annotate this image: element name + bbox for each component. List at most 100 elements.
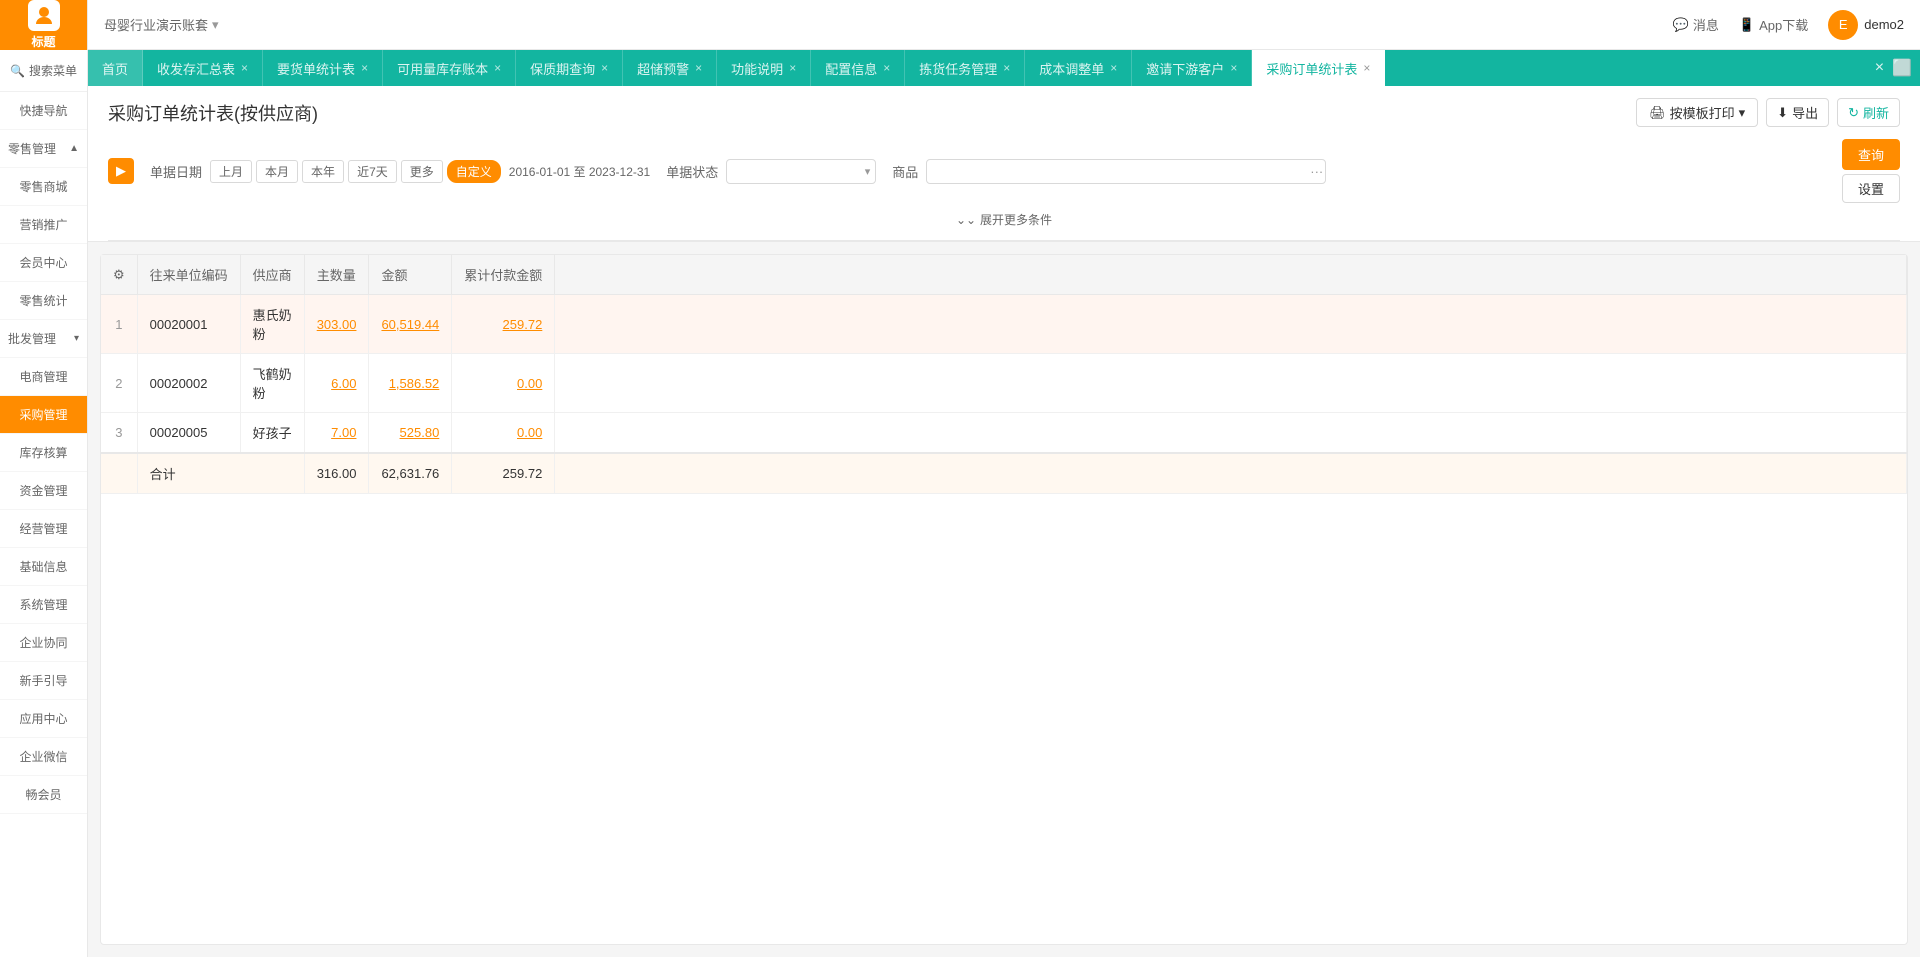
sidebar-item-purchase[interactable]: 采购管理 (0, 396, 87, 434)
amount-link-2[interactable]: 1,586.52 (389, 376, 440, 391)
sidebar-item-inventory[interactable]: 库存核算 (0, 434, 87, 472)
close-icon[interactable]: × (1110, 61, 1117, 75)
sidebar-item-basic-info[interactable]: 基础信息 (0, 548, 87, 586)
tab-overstock[interactable]: 超储预警 × (623, 50, 717, 86)
operations-label: 经营管理 (19, 520, 67, 537)
sidebar-item-vip[interactable]: 畅会员 (0, 776, 87, 814)
close-icon[interactable]: × (361, 61, 368, 75)
footer-empty (101, 453, 137, 494)
row-quantity-3[interactable]: 7.00 (304, 413, 369, 454)
status-select[interactable] (726, 159, 876, 184)
amount-link-1[interactable]: 60,519.44 (381, 317, 439, 332)
sidebar-item-shortcut[interactable]: 快捷导航 (0, 92, 87, 130)
paid-link-2[interactable]: 0.00 (517, 376, 542, 391)
marketing-label: 营销推广 (19, 216, 67, 233)
sidebar-item-retail-mgmt[interactable]: 零售管理 ▲ (0, 130, 87, 168)
sidebar-item-retail-stats[interactable]: 零售统计 (0, 282, 87, 320)
this-year-button[interactable]: 本年 (302, 160, 344, 183)
main-area: 母婴行业演示账套 ▾ 💬 消息 📱 App下载 E demo2 首页 (88, 0, 1920, 957)
tab-cost-adjust[interactable]: 成本调整单 × (1025, 50, 1132, 86)
row-paid-2[interactable]: 0.00 (452, 354, 555, 413)
sidebar-item-wechat[interactable]: 企业微信 (0, 738, 87, 776)
sidebar-item-finance[interactable]: 资金管理 (0, 472, 87, 510)
tab-expiry[interactable]: 保质期查询 × (516, 50, 623, 86)
username-label: demo2 (1864, 17, 1904, 32)
page-title-row: 采购订单统计表(按供应商) 🖨 按模板打印 ▾ ⬇ 导出 ↻ 刷新 (108, 98, 1900, 127)
sidebar-item-wholesale[interactable]: 批发管理 ▾ (0, 320, 87, 358)
close-icon[interactable]: × (883, 61, 890, 75)
more-date-button[interactable]: 更多 (401, 160, 443, 183)
tab-close-all-button[interactable]: × (1875, 59, 1884, 77)
tab-purchase-order-stats[interactable]: 采购订单统计表 × (1252, 50, 1385, 86)
last-month-button[interactable]: 上月 (210, 160, 252, 183)
close-icon[interactable]: × (1230, 61, 1237, 75)
quantity-link-1[interactable]: 303.00 (317, 317, 357, 332)
message-button[interactable]: 💬 消息 (1673, 15, 1719, 34)
quantity-link-2[interactable]: 6.00 (331, 376, 356, 391)
row-amount-3[interactable]: 525.80 (369, 413, 452, 454)
col-settings-header[interactable]: ⚙ (101, 255, 137, 295)
close-icon[interactable]: × (1363, 61, 1370, 75)
row-quantity-1[interactable]: 303.00 (304, 295, 369, 354)
goods-input[interactable] (926, 159, 1326, 184)
close-icon[interactable]: × (789, 61, 796, 75)
close-icon[interactable]: × (695, 61, 702, 75)
app-download-button[interactable]: 📱 App下载 (1739, 15, 1808, 34)
tab-order-stats[interactable]: 要货单统计表 × (263, 50, 383, 86)
vip-label: 畅会员 (25, 786, 61, 803)
sidebar-item-appcenter[interactable]: 应用中心 (0, 700, 87, 738)
sidebar-item-member[interactable]: 会员中心 (0, 244, 87, 282)
amount-link-3[interactable]: 525.80 (400, 425, 440, 440)
close-icon[interactable]: × (1003, 61, 1010, 75)
logo-icon (28, 0, 60, 31)
tab-cost-adjust-label: 成本调整单 (1039, 59, 1104, 78)
tab-pick-task[interactable]: 拣货任务管理 × (905, 50, 1025, 86)
search-menu-button[interactable]: 🔍 搜索菜单 (6, 58, 81, 83)
tab-function-desc[interactable]: 功能说明 × (717, 50, 811, 86)
tab-invite-downstream[interactable]: 邀请下游客户 × (1132, 50, 1252, 86)
quantity-link-3[interactable]: 7.00 (331, 425, 356, 440)
refresh-button[interactable]: ↻ 刷新 (1837, 98, 1900, 127)
close-icon[interactable]: × (241, 61, 248, 75)
paid-link-3[interactable]: 0.00 (517, 425, 542, 440)
sidebar-item-system[interactable]: 系统管理 (0, 586, 87, 624)
filter-toggle-button[interactable]: ▶ (108, 158, 134, 184)
query-button[interactable]: 查询 (1842, 139, 1900, 170)
tab-available-stock[interactable]: 可用量库存账本 × (383, 50, 516, 86)
logo[interactable]: 标题 (0, 0, 87, 50)
last-7-days-button[interactable]: 近7天 (348, 160, 397, 183)
row-paid-3[interactable]: 0.00 (452, 413, 555, 454)
row-amount-2[interactable]: 1,586.52 (369, 354, 452, 413)
expand-more-section: ⌄⌄ 展开更多条件 (108, 211, 1900, 228)
status-filter-item: 单据状态 (666, 159, 876, 184)
paid-link-1[interactable]: 259.72 (503, 317, 543, 332)
user-menu[interactable]: E demo2 (1828, 10, 1904, 40)
close-icon[interactable]: × (601, 61, 608, 75)
close-icon[interactable]: × (494, 61, 501, 75)
row-quantity-2[interactable]: 6.00 (304, 354, 369, 413)
page-actions: 🖨 按模板打印 ▾ ⬇ 导出 ↻ 刷新 (1636, 98, 1900, 127)
goods-input-more-icon[interactable]: ··· (1310, 164, 1323, 179)
sidebar-item-enterprise[interactable]: 企业协同 (0, 624, 87, 662)
custom-date-button[interactable]: 自定义 (447, 160, 501, 183)
row-amount-1[interactable]: 60,519.44 (369, 295, 452, 354)
this-month-button[interactable]: 本月 (256, 160, 298, 183)
footer-paid: 259.72 (452, 453, 555, 494)
tab-config[interactable]: 配置信息 × (811, 50, 905, 86)
sidebar: 标题 🔍 搜索菜单 快捷导航 零售管理 ▲ 零售商城 营销推广 会员中心 零售统… (0, 0, 88, 957)
print-button[interactable]: 🖨 按模板打印 ▾ (1636, 98, 1758, 127)
sidebar-item-newguide[interactable]: 新手引导 (0, 662, 87, 700)
export-button[interactable]: ⬇ 导出 (1766, 98, 1829, 127)
sidebar-item-ecommerce[interactable]: 电商管理 (0, 358, 87, 396)
tab-maximize-button[interactable]: ⬜ (1892, 58, 1912, 78)
tab-receive-summary[interactable]: 收发存汇总表 × (143, 50, 263, 86)
tab-home[interactable]: 首页 (88, 50, 143, 86)
sidebar-item-marketing[interactable]: 营销推广 (0, 206, 87, 244)
row-paid-1[interactable]: 259.72 (452, 295, 555, 354)
settings-button[interactable]: 设置 (1842, 174, 1900, 203)
sidebar-item-retail-mall[interactable]: 零售商城 (0, 168, 87, 206)
sidebar-item-operations[interactable]: 经营管理 (0, 510, 87, 548)
expand-more-button[interactable]: ⌄⌄ 展开更多条件 (956, 211, 1052, 228)
dropdown-icon[interactable]: ▾ (212, 17, 219, 33)
app-download-label: App下载 (1759, 15, 1808, 34)
